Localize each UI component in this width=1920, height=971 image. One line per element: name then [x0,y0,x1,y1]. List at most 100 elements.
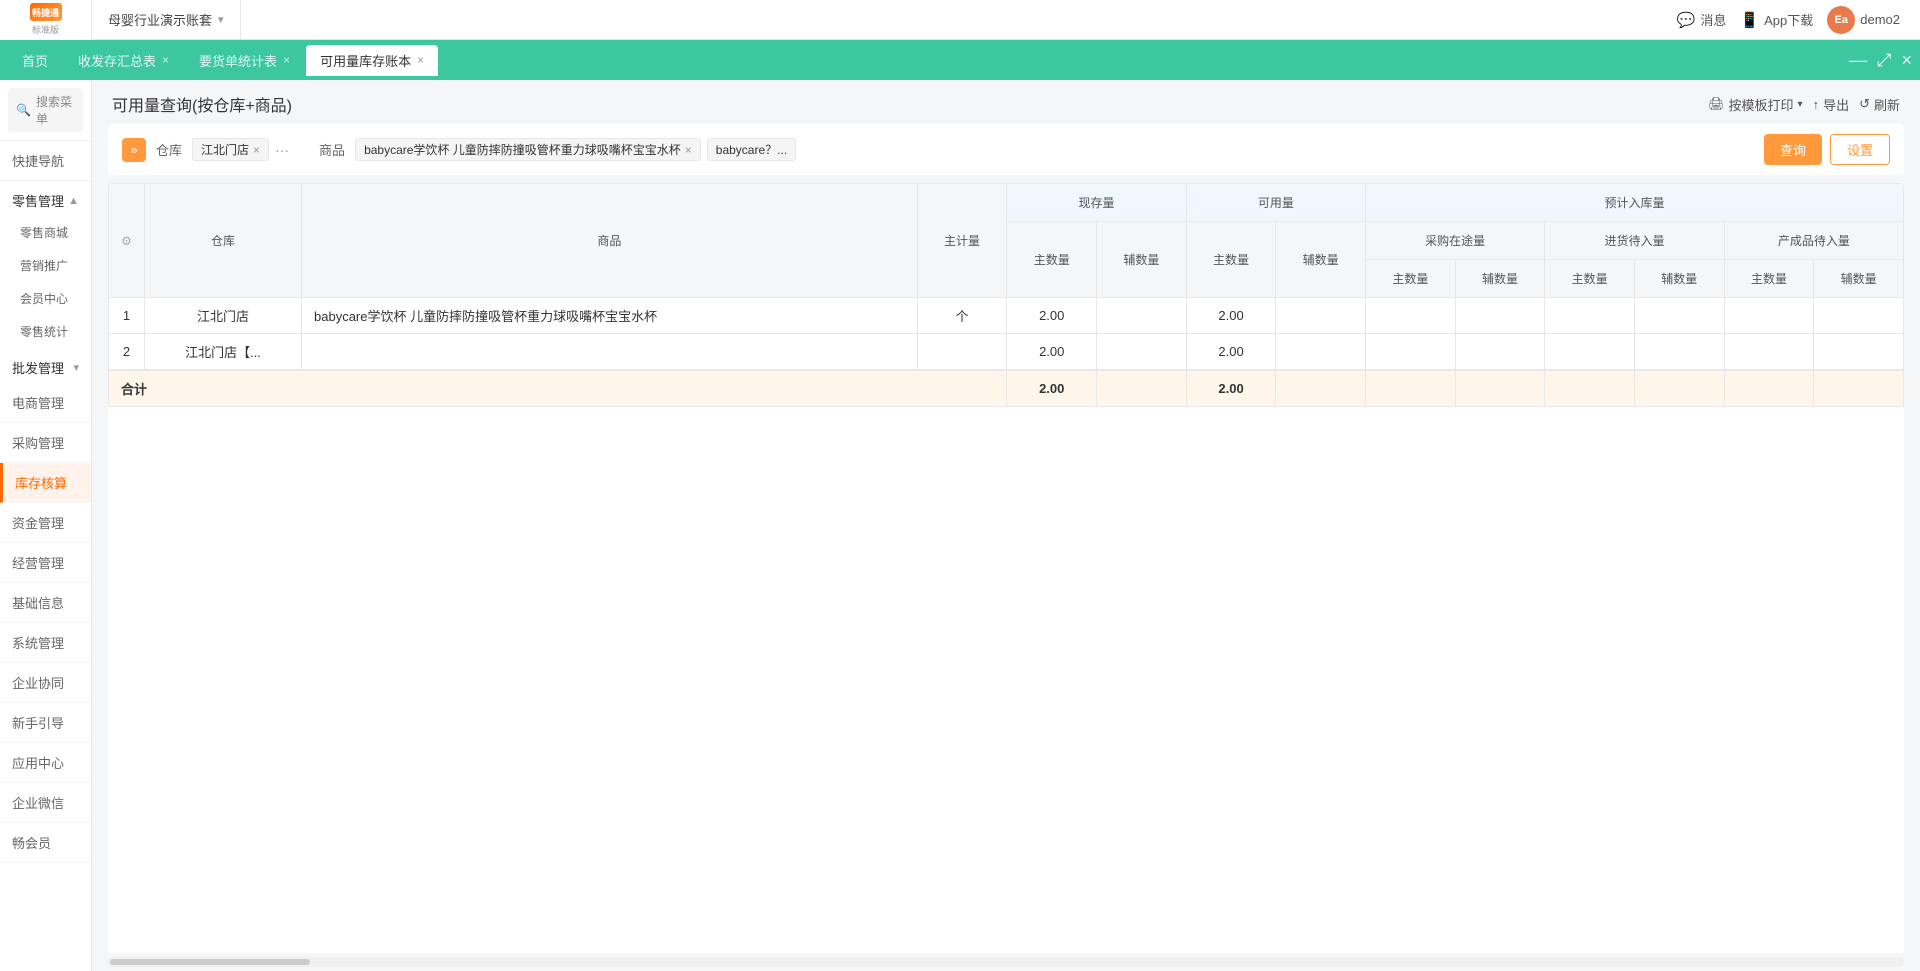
sidebar-item-inventory[interactable]: 库存核算 [0,463,91,503]
sidebar-item-vip[interactable]: 畅会员 [0,823,91,863]
warehouse-filter-label: 仓库 [156,140,182,159]
row2-available-aux [1276,334,1366,371]
tab-close-all-btn[interactable]: × [1901,50,1912,71]
search-menu-button[interactable]: 🔍 搜索菜单 [8,88,83,132]
top-right: 💬 消息 📱 App下载 Ea demo2 [1677,6,1920,34]
sidebar-item-operations[interactable]: 经营管理 [0,543,91,583]
app-download-label: App下载 [1764,10,1813,29]
double-arrow-icon: » [130,142,137,157]
th-available-group: 可用量 [1186,184,1365,222]
row1-current-main: 2.00 [1007,298,1097,334]
th-incoming-wait-group: 进货待入量 [1545,222,1724,260]
row2-current-main: 2.00 [1007,334,1097,371]
message-label: 消息 [1700,10,1726,29]
th-product-aux: 辅数量 [1814,260,1904,298]
logo-wrap: 畅捷通 标准版 [0,0,92,40]
warehouse-more-icon[interactable]: ··· [275,142,289,158]
row1-incoming-aux [1634,298,1724,334]
row1-unit: 个 [917,298,1007,334]
tab-expand-btn[interactable]: ⤢ [1877,50,1891,71]
logo-sub: 标准版 [32,23,59,36]
sidebar-section-retail: 零售管理 ▲ 零售商城 营销推广 会员中心 零售统计 [0,181,91,348]
tab-available-stock[interactable]: 可用量库存账本 × [306,45,438,76]
th-incoming-aux: 辅数量 [1634,260,1724,298]
sidebar-item-enterprise[interactable]: 企业协同 [0,663,91,703]
row1-purchase-in-aux [1455,298,1545,334]
footer-product-aux [1814,370,1904,407]
tab-minimize-btn[interactable]: — [1849,50,1867,71]
export-icon: ↑ [1813,97,1820,112]
filter-expand-button[interactable]: » [122,138,146,162]
footer-available-main: 2.00 [1186,370,1276,407]
sidebar-item-app-center[interactable]: 应用中心 [0,743,91,783]
table-header-row-1: ⚙ 仓库 商品 主计量 现存量 [109,184,1904,222]
setting-button[interactable]: 设置 [1830,134,1890,165]
sidebar-item-finance[interactable]: 资金管理 [0,503,91,543]
row1-available-aux [1276,298,1366,334]
warehouse-tag-remove[interactable]: × [253,143,260,157]
export-button[interactable]: ↑ 导出 [1813,95,1850,114]
app-download-button[interactable]: 📱 App下载 [1740,10,1813,29]
product-filter-tags: babycare学饮杯 儿童防摔防撞吸管杯重力球吸嘴杯宝宝水杯 × babyca… [355,138,796,161]
footer-available-aux [1276,370,1366,407]
tab-receive-send-close[interactable]: × [162,53,169,67]
scrollbar-thumb[interactable] [110,959,310,965]
footer-purchase-aux [1455,370,1545,407]
row2-product [302,334,918,371]
footer-incoming-main [1545,370,1635,407]
footer-current-aux [1097,370,1187,407]
content-area: 可用量查询(按仓库+商品) 🖨 按模板打印 ▾ ↑ 导出 ↺ 刷新 [92,80,1920,971]
sidebar-wholesale-header[interactable]: 批发管理 ▾ [0,348,91,383]
footer-purchase-main [1366,370,1456,407]
query-button[interactable]: 查询 [1764,134,1822,165]
sidebar-item-basic[interactable]: 基础信息 [0,583,91,623]
horizontal-scrollbar[interactable] [108,957,1904,967]
avatar: Ea [1827,6,1855,34]
row2-available-main: 2.00 [1186,334,1276,371]
user-area[interactable]: Ea demo2 [1827,6,1900,34]
print-template-button[interactable]: 🖨 按模板打印 ▾ [1708,95,1803,114]
top-left: 畅捷通 标准版 母婴行业演示账套 ▾ [0,0,241,39]
chevron-down-icon: ▾ [73,361,79,374]
refresh-button[interactable]: ↺ 刷新 [1859,95,1900,114]
product-tag-2-value: babycare？... [716,141,787,158]
row2-unit [917,334,1007,371]
tab-available-stock-close[interactable]: × [417,53,424,67]
sidebar-retail-header[interactable]: 零售管理 ▲ [0,181,91,216]
sidebar-item-purchase[interactable]: 采购管理 [0,423,91,463]
chevron-down-icon: ▾ [218,13,224,26]
row1-no: 1 [109,298,145,334]
column-settings-icon[interactable]: ⚙ [121,234,132,248]
quick-nav-item[interactable]: 快捷导航 [0,141,91,181]
sidebar-item-retail-stats[interactable]: 零售统计 [0,315,91,348]
tab-home-label: 首页 [22,51,48,70]
sidebar-item-ecommerce[interactable]: 电商管理 [0,383,91,423]
tab-bar-actions: — ⤢ × [1849,50,1912,71]
tab-receive-send[interactable]: 收发存汇总表 × [64,45,183,76]
sidebar-item-marketing[interactable]: 营销推广 [0,249,91,282]
tab-available-stock-label: 可用量库存账本 [320,51,411,70]
tab-order-stats-close[interactable]: × [283,53,290,67]
product-tag-1-remove[interactable]: × [685,143,692,157]
sidebar-item-wechat[interactable]: 企业微信 [0,783,91,823]
tab-order-stats[interactable]: 要货单统计表 × [185,45,304,76]
tab-home[interactable]: 首页 [8,45,62,76]
row2-current-aux [1097,334,1187,371]
data-table: ⚙ 仓库 商品 主计量 现存量 [108,183,1904,407]
sidebar-item-retail-store[interactable]: 零售商城 [0,216,91,249]
th-product: 商品 [302,184,918,298]
username: demo2 [1860,12,1900,27]
th-purchase-in-main: 主数量 [1366,260,1456,298]
filter-bar: » 仓库 江北门店 × ··· 商品 babycare学饮杯 儿童防摔防撞吸管杯… [108,124,1904,175]
avatar-text: Ea [1835,14,1848,26]
industry-selector[interactable]: 母婴行业演示账套 ▾ [92,0,241,39]
message-button[interactable]: 💬 消息 [1677,10,1727,29]
sidebar-item-system[interactable]: 系统管理 [0,623,91,663]
footer-current-main: 2.00 [1007,370,1097,407]
th-purchase-in-group: 采购在途量 [1366,222,1545,260]
top-header: 畅捷通 标准版 母婴行业演示账套 ▾ 💬 消息 📱 App下载 Ea demo2 [0,0,1920,40]
data-table-container: ⚙ 仓库 商品 主计量 现存量 [108,183,1904,953]
sidebar-item-members[interactable]: 会员中心 [0,282,91,315]
table-row: 1 江北门店 babycare学饮杯 儿童防摔防撞吸管杯重力球吸嘴杯宝宝水杯 个… [109,298,1904,334]
sidebar-item-new-guide[interactable]: 新手引导 [0,703,91,743]
